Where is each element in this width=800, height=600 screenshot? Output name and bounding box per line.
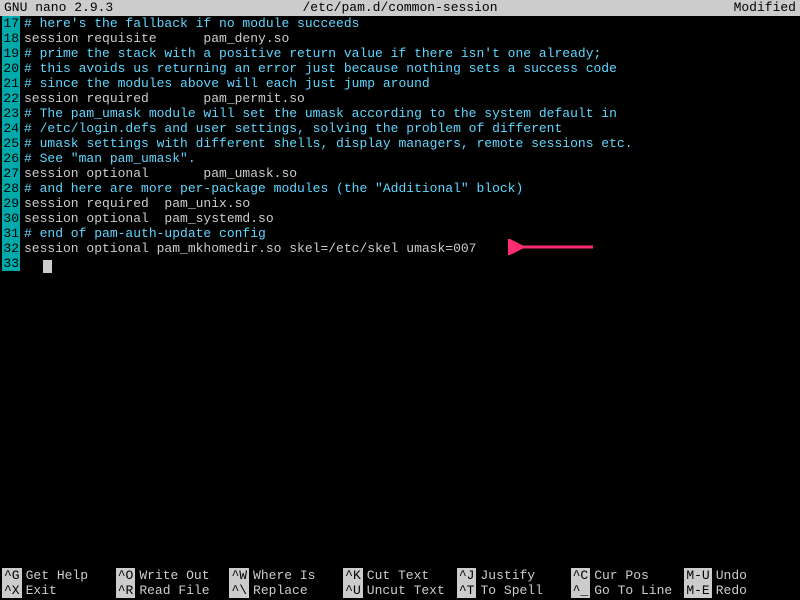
editor-line[interactable]: 31 # end of pam-auth-update config — [2, 226, 798, 241]
line-text: # and here are more per-package modules … — [24, 181, 523, 196]
editor-line[interactable]: 18 session requisite pam_deny.so — [2, 31, 798, 46]
shortcut-item[interactable]: ^G Get Help — [2, 568, 116, 583]
shortcut-item[interactable]: ^W Where Is — [229, 568, 343, 583]
file-path: /etc/pam.d/common-session — [0, 0, 800, 15]
line-number: 17 — [2, 16, 20, 31]
line-number: 26 — [2, 151, 20, 166]
line-number: 21 — [2, 76, 20, 91]
shortcut-label: Exit — [26, 583, 57, 598]
shortcut-key: M-E — [684, 583, 711, 598]
line-number: 24 — [2, 121, 20, 136]
line-text: session optional pam_mkhomedir.so skel=/… — [24, 241, 476, 256]
line-text: # umask settings with different shells, … — [24, 136, 633, 151]
editor-line[interactable]: 30 session optional pam_systemd.so — [2, 211, 798, 226]
modified-status: Modified — [734, 0, 796, 16]
line-text: # end of pam-auth-update config — [24, 226, 266, 241]
line-text: # since the modules above will each just… — [24, 76, 430, 91]
editor-line[interactable]: 23 # The pam_umask module will set the um… — [2, 106, 798, 121]
shortcut-item[interactable]: ^JJustify — [457, 568, 571, 583]
shortcut-item[interactable]: ^TTo Spell — [457, 583, 571, 598]
shortcut-label: Redo — [716, 583, 747, 598]
line-number: 25 — [2, 136, 20, 151]
line-text: # /etc/login.defs and user settings, sol… — [24, 121, 562, 136]
line-number: 19 — [2, 46, 20, 61]
shortcut-key: ^\ — [229, 583, 249, 598]
editor-line[interactable]: 22 session required pam_permit.so — [2, 91, 798, 106]
editor-line[interactable]: 25 # umask settings with different shells… — [2, 136, 798, 151]
shortcut-key: ^W — [229, 568, 249, 583]
shortcut-item[interactable]: ^OWrite Out — [116, 568, 230, 583]
shortcut-label: Read File — [139, 583, 209, 598]
line-text: # See "man pam_umask". — [24, 151, 196, 166]
editor-line[interactable]: 20 # this avoids us returning an error ju… — [2, 61, 798, 76]
shortcut-key: ^G — [2, 568, 22, 583]
line-text: session optional pam_systemd.so — [24, 211, 274, 226]
line-text: session required pam_permit.so — [24, 91, 305, 106]
shortcut-label: Get Help — [26, 568, 88, 583]
line-text: # prime the stack with a positive return… — [24, 46, 601, 61]
shortcut-label: Replace — [253, 583, 308, 598]
shortcut-label: To Spell — [480, 583, 542, 598]
line-text: session optional pam_umask.so — [24, 166, 297, 181]
line-number: 22 — [2, 91, 20, 106]
editor-line[interactable]: 21 # since the modules above will each ju… — [2, 76, 798, 91]
line-number: 30 — [2, 211, 20, 226]
editor-line[interactable]: 32 session optional pam_mkhomedir.so skel… — [2, 241, 798, 256]
line-text: session required pam_unix.so — [24, 196, 250, 211]
shortcut-key: ^R — [116, 583, 136, 598]
line-number: 20 — [2, 61, 20, 76]
line-number: 32 — [2, 241, 20, 256]
line-text: # here's the fallback if no module succe… — [24, 16, 359, 31]
app-name: GNU nano 2.9.3 — [4, 0, 113, 16]
line-text: session requisite pam_deny.so — [24, 31, 289, 46]
shortcut-item[interactable]: ^X Exit — [2, 583, 116, 598]
shortcut-key: ^U — [343, 583, 363, 598]
editor-line[interactable]: 29 session required pam_unix.so — [2, 196, 798, 211]
shortcut-label: Go To Line — [594, 583, 672, 598]
line-number: 33 — [2, 256, 20, 271]
shortcut-item[interactable]: ^\ Replace — [229, 583, 343, 598]
line-number: 31 — [2, 226, 20, 241]
shortcut-label: Justify — [480, 568, 535, 583]
line-number: 29 — [2, 196, 20, 211]
editor-line[interactable]: 28 # and here are more per-package module… — [2, 181, 798, 196]
shortcut-label: Undo — [716, 568, 747, 583]
shortcut-label: Cur Pos — [594, 568, 649, 583]
shortcut-item[interactable]: M-E Redo — [684, 583, 798, 598]
editor-line[interactable]: 19 # prime the stack with a positive retu… — [2, 46, 798, 61]
shortcut-key: ^C — [571, 568, 591, 583]
shortcut-item[interactable]: ^_Go To Line — [571, 583, 685, 598]
line-number: 28 — [2, 181, 20, 196]
editor-line[interactable]: 26 # See "man pam_umask". — [2, 151, 798, 166]
line-number: 18 — [2, 31, 20, 46]
shortcut-label: Where Is — [253, 568, 315, 583]
line-number: 27 — [2, 166, 20, 181]
shortcut-label: Write Out — [139, 568, 209, 583]
shortcut-item[interactable]: ^U Uncut Text — [343, 583, 457, 598]
shortcut-label: Uncut Text — [367, 583, 445, 598]
shortcut-key: ^K — [343, 568, 363, 583]
editor-line[interactable]: 24 # /etc/login.defs and user settings, s… — [2, 121, 798, 136]
editor-line[interactable]: 33 — [2, 256, 798, 271]
shortcut-key: M-U — [684, 568, 711, 583]
shortcut-item[interactable]: ^K Cut Text — [343, 568, 457, 583]
line-text: # this avoids us returning an error just… — [24, 61, 617, 76]
text-cursor — [43, 260, 52, 273]
shortcut-item[interactable]: M-U Undo — [684, 568, 798, 583]
shortcut-key: ^T — [457, 583, 477, 598]
shortcut-item[interactable]: ^CCur Pos — [571, 568, 685, 583]
editor-area[interactable]: 17 # here's the fallback if no module suc… — [0, 16, 800, 271]
shortcut-key: ^X — [2, 583, 22, 598]
editor-line[interactable]: 17 # here's the fallback if no module suc… — [2, 16, 798, 31]
shortcut-bar: ^GGet Help^OWrite Out^WWhere Is^KCut Tex… — [0, 568, 800, 600]
shortcut-key: ^O — [116, 568, 136, 583]
shortcut-item[interactable]: ^RRead File — [116, 583, 230, 598]
line-number: 23 — [2, 106, 20, 121]
editor-line[interactable]: 27 session optional pam_umask.so — [2, 166, 798, 181]
line-text: # The pam_umask module will set the umas… — [24, 106, 617, 121]
shortcut-key: ^_ — [571, 583, 591, 598]
shortcut-label: Cut Text — [367, 568, 429, 583]
shortcut-key: ^J — [457, 568, 477, 583]
title-bar: GNU nano 2.9.3 /etc/pam.d/common-session… — [0, 0, 800, 16]
